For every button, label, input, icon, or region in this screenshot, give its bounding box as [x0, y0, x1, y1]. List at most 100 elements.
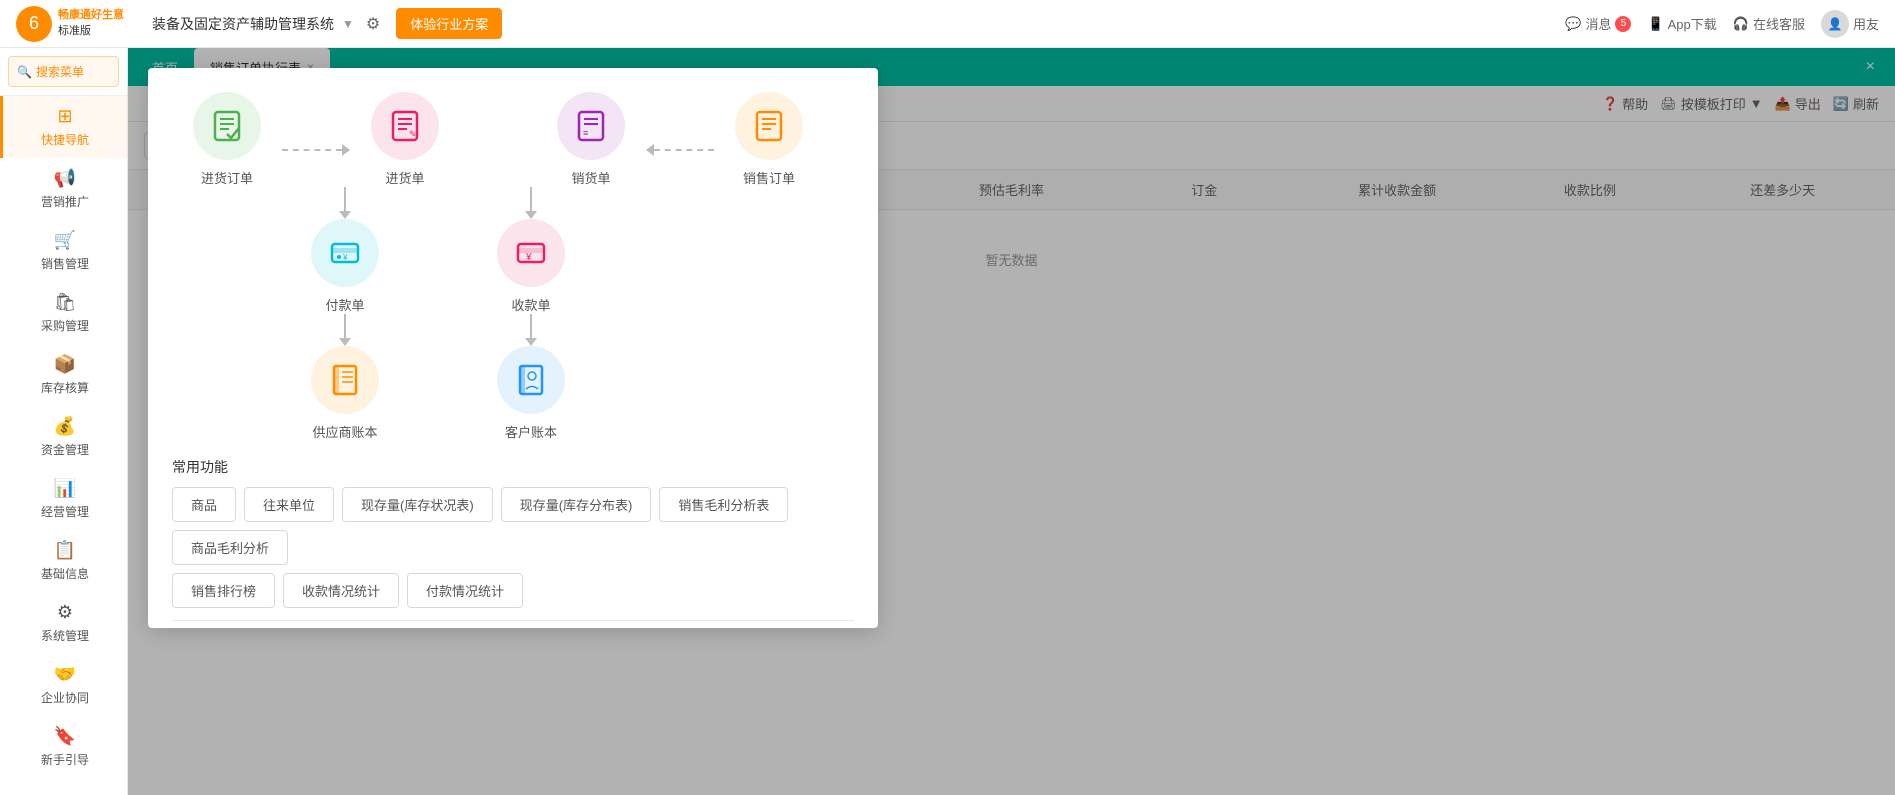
flow-node-purchase-slip[interactable]: ✎ 进货单 — [350, 92, 460, 187]
payment-label: 付款单 — [325, 295, 364, 314]
finance-icon: 💰 — [54, 416, 76, 437]
flow-node-sales-order[interactable]: 销售订单 — [714, 92, 824, 187]
purchase-order-label: 进货订单 — [201, 168, 253, 187]
purchase-icon: 🛍 — [54, 292, 77, 313]
sales-order-icon — [735, 92, 803, 160]
sidebar-item-label-inventory: 库存核算 — [41, 379, 89, 396]
btn-counterpart[interactable]: 往来单位 — [244, 487, 334, 522]
sidebar-item-marketing[interactable]: 📢 营销推广 — [0, 158, 127, 220]
search-icon: 🔍 — [17, 65, 32, 79]
purchase-slip-label: 进货单 — [385, 168, 424, 187]
sales-order-label: 销售订单 — [743, 168, 795, 187]
inventory-icon: 📦 — [54, 354, 76, 375]
quick-nav-modal: 进货订单 ✎ 进货单 — [148, 68, 878, 628]
sidebar-item-label-operation: 经营管理 — [41, 503, 89, 520]
scroll-right-arrow[interactable]: ▶ — [837, 625, 846, 628]
sidebar-item-guide[interactable]: 🔖 新手引导 — [0, 716, 127, 778]
logo-icon: 6 — [16, 6, 52, 42]
sidebar-item-label-basic: 基础信息 — [41, 565, 89, 582]
sidebar-item-label-finance: 资金管理 — [41, 441, 89, 458]
sidebar-item-purchase[interactable]: 🛍 采购管理 — [0, 282, 127, 344]
marketing-icon: 📢 — [54, 168, 76, 189]
trial-button[interactable]: 体验行业方案 — [396, 8, 502, 39]
svg-text:¥: ¥ — [525, 252, 532, 263]
sidebar-item-label-cooperation: 企业协同 — [41, 689, 89, 706]
svg-text:✎: ✎ — [409, 129, 417, 139]
btn-goods[interactable]: 商品 — [172, 487, 236, 522]
app-download-button[interactable]: 📱 App下载 — [1647, 14, 1716, 33]
btn-payment-stats[interactable]: 付款情况统计 — [407, 573, 523, 608]
sidebar-item-cooperation[interactable]: 🤝 企业协同 — [0, 654, 127, 716]
logo-line1: 畅康通好生意 — [58, 8, 124, 23]
flow-node-sales-slip[interactable]: ≡ 销货单 — [536, 92, 646, 187]
app-download-label: App下载 — [1668, 14, 1717, 33]
flow-node-receipt[interactable]: ¥ 收款单 — [476, 219, 586, 314]
online-service-label: 在线客服 — [1753, 14, 1805, 33]
operation-icon: 📊 — [54, 478, 76, 499]
btn-sales-rank[interactable]: 销售排行榜 — [172, 573, 275, 608]
sidebar-item-operation[interactable]: 📊 经营管理 — [0, 468, 127, 530]
sidebar-item-label-marketing: 营销推广 — [41, 193, 89, 210]
title-dropdown-icon[interactable]: ▼ — [342, 17, 354, 31]
system-icon: ⚙ — [57, 602, 73, 623]
flow-node-payment[interactable]: ¥ 付款单 — [290, 219, 400, 314]
basic-icon: 📋 — [54, 540, 76, 561]
modal-overlay[interactable]: 进货订单 ✎ 进货单 — [128, 48, 1895, 795]
scroll-left-arrow[interactable]: ◀ — [180, 625, 189, 628]
avatar: 👤 — [1821, 10, 1849, 38]
sidebar-item-basic[interactable]: 📋 基础信息 — [0, 530, 127, 592]
common-functions-section: 常用功能 商品 往来单位 现存量(库存状况表) 现存量(库存分布表) 销售毛利分… — [172, 457, 854, 608]
sidebar-item-label-quick-nav: 快捷导航 — [41, 131, 89, 148]
sidebar-item-system[interactable]: ⚙ 系统管理 — [0, 592, 127, 654]
sidebar-item-sales[interactable]: 🛒 销售管理 — [0, 220, 127, 282]
svg-text:≡: ≡ — [583, 128, 588, 138]
system-title: 装备及固定资产辅助管理系统 — [152, 14, 334, 34]
arrow-sales-order-to-slip — [646, 144, 714, 156]
btn-sales-margin[interactable]: 销售毛利分析表 — [659, 487, 788, 522]
common-title: 常用功能 — [172, 457, 854, 477]
sidebar-item-label-system: 系统管理 — [41, 627, 89, 644]
search-menu-label: 搜索菜单 — [36, 63, 84, 80]
user-name: 用友 — [1853, 14, 1879, 33]
gear-button[interactable]: ⚙ — [366, 14, 380, 34]
btn-receipt-stats[interactable]: 收款情况统计 — [283, 573, 399, 608]
flow-node-purchase-order[interactable]: 进货订单 — [172, 92, 282, 187]
sidebar-search: 🔍 搜索菜单 — [0, 48, 127, 96]
payment-icon: ¥ — [311, 219, 379, 287]
sales-icon: 🛒 — [54, 230, 76, 251]
supplier-ledger-label: 供应商账本 — [312, 422, 377, 441]
sidebar-item-inventory[interactable]: 📦 库存核算 — [0, 344, 127, 406]
btn-goods-margin[interactable]: 商品毛利分析 — [172, 530, 288, 565]
common-buttons-row2: 销售排行榜 收款情况统计 付款情况统计 — [172, 573, 854, 608]
receipt-icon: ¥ — [497, 219, 565, 287]
sidebar-item-label-sales: 销售管理 — [41, 255, 89, 272]
flow-node-customer-ledger[interactable]: 客户账本 — [476, 346, 586, 441]
logo-area: 6 畅康通好生意 标准版 — [16, 6, 144, 42]
btn-stock-status[interactable]: 现存量(库存状况表) — [342, 487, 493, 522]
sales-slip-icon: ≡ — [557, 92, 625, 160]
purchase-order-icon — [193, 92, 261, 160]
sales-slip-label: 销货单 — [571, 168, 610, 187]
app-icon: 📱 — [1647, 16, 1663, 32]
purchase-slip-icon: ✎ — [371, 92, 439, 160]
flow-node-supplier-ledger[interactable]: 供应商账本 — [290, 346, 400, 441]
supplier-ledger-icon — [311, 346, 379, 414]
sidebar-item-quick-nav[interactable]: ⊞ 快捷导航 — [0, 96, 127, 158]
user-menu[interactable]: 👤 用友 — [1821, 10, 1879, 38]
online-service-button[interactable]: 🎧 在线客服 — [1733, 14, 1805, 33]
customer-ledger-icon — [497, 346, 565, 414]
arrow-purchase-order-to-slip — [282, 144, 350, 156]
cooperation-icon: 🤝 — [54, 664, 76, 685]
quick-nav-icon: ⊞ — [57, 106, 72, 127]
system-title-area: 装备及固定资产辅助管理系统 ▼ ⚙ 体验行业方案 — [152, 8, 502, 39]
sidebar-item-finance[interactable]: 💰 资金管理 — [0, 406, 127, 468]
search-menu-button[interactable]: 🔍 搜索菜单 — [8, 56, 119, 87]
btn-stock-dist[interactable]: 现存量(库存分布表) — [501, 487, 652, 522]
horizontal-scrollbar: ◀ ▶ — [172, 620, 854, 628]
sidebar-item-label-guide: 新手引导 — [41, 751, 89, 768]
message-button[interactable]: 💬 消息 5 — [1565, 14, 1631, 33]
message-icon: 💬 — [1565, 16, 1581, 32]
svg-text:¥: ¥ — [342, 253, 348, 262]
sidebar-item-label-purchase: 采购管理 — [41, 317, 89, 334]
logo-line2: 标准版 — [58, 24, 124, 39]
